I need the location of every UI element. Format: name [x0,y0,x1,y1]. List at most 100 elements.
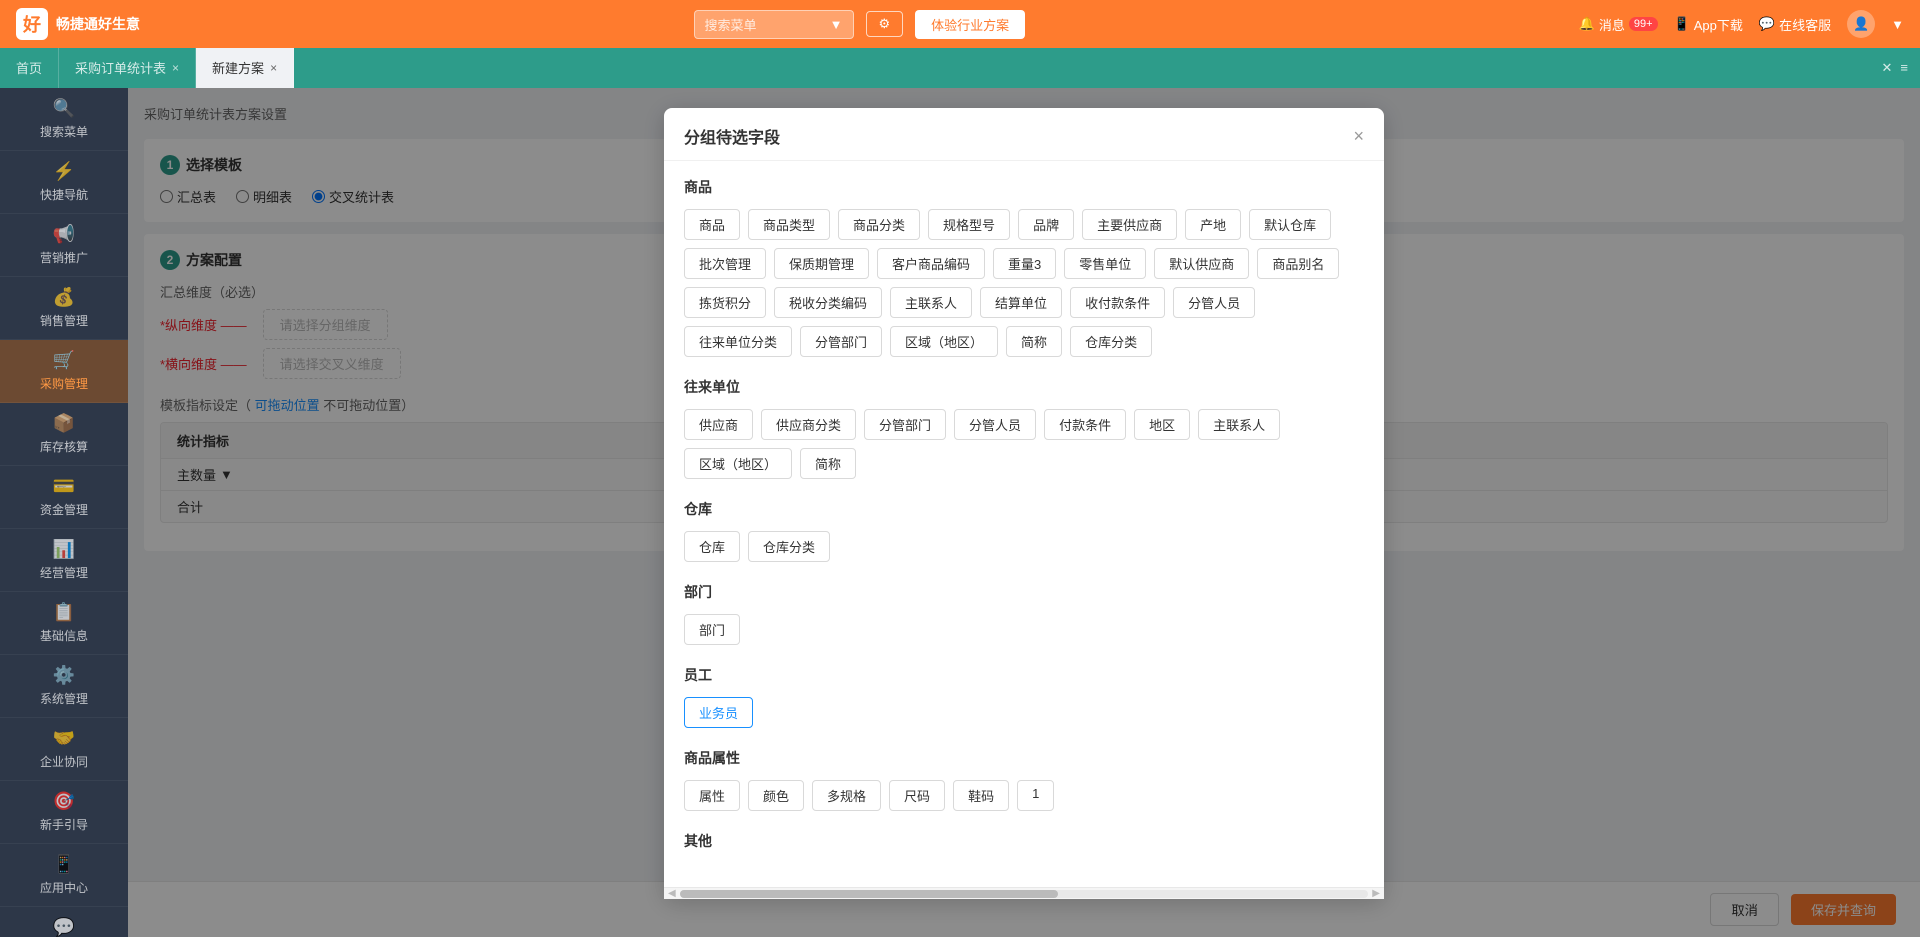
tab-purchase-stat-label: 采购订单统计表 [75,58,166,77]
tag-product-21[interactable]: 往来单位分类 [684,326,792,357]
tag-partner-5[interactable]: 地区 [1134,409,1190,440]
sidebar-item-quick-nav[interactable]: ⚡ 快捷导航 [0,151,128,214]
sidebar-item-search[interactable]: 🔍 搜索菜单 [0,88,128,151]
tag-product-5[interactable]: 主要供应商 [1082,209,1177,240]
sidebar-item-purchase[interactable]: 🛒 采购管理 [0,340,128,403]
dialog-header: 分组待选字段 × [664,108,1384,161]
tag-partner-4[interactable]: 付款条件 [1044,409,1126,440]
tag-product-23[interactable]: 区域（地区） [890,326,998,357]
header-center: 搜索菜单 ▼ ⚙ 体验行业方案 [694,10,1026,39]
tag-product-8[interactable]: 批次管理 [684,248,766,279]
tag-product-16[interactable]: 税收分类编码 [774,287,882,318]
sales-icon: 💰 [53,287,75,308]
field-select-dialog: 分组待选字段 × 商品 商品 商品类型 商品分类 规格型号 品牌 主要供应商 产… [664,108,1384,899]
tag-product-18[interactable]: 结算单位 [980,287,1062,318]
tag-product-4[interactable]: 品牌 [1018,209,1074,240]
tag-product-22[interactable]: 分管部门 [800,326,882,357]
section-employee-tags: 业务员 [684,697,1364,728]
tag-product-0[interactable]: 商品 [684,209,740,240]
message-label: 消息 [1599,15,1625,34]
sidebar-item-basic-info[interactable]: 📋 基础信息 [0,592,128,655]
scroll-thumb[interactable] [680,890,1059,898]
sidebar-item-sales[interactable]: 💰 销售管理 [0,277,128,340]
tag-product-25[interactable]: 仓库分类 [1070,326,1152,357]
sidebar-item-guide[interactable]: 🎯 新手引导 [0,781,128,844]
tag-partner-0[interactable]: 供应商 [684,409,753,440]
tag-product-12[interactable]: 零售单位 [1064,248,1146,279]
tag-product-10[interactable]: 客户商品编码 [877,248,985,279]
tag-product-20[interactable]: 分管人员 [1173,287,1255,318]
sidebar-item-operations[interactable]: 📊 经营管理 [0,529,128,592]
scroll-left-arrow[interactable]: ◀ [668,888,676,899]
tag-product-14[interactable]: 商品别名 [1257,248,1339,279]
tag-product-11[interactable]: 重量3 [993,248,1056,279]
tag-warehouse-0[interactable]: 仓库 [684,531,740,562]
tag-partner-7[interactable]: 区域（地区） [684,448,792,479]
tab-home[interactable]: 首页 [0,48,59,88]
tab-new-plan-close[interactable]: × [270,61,277,75]
tag-attr-0[interactable]: 属性 [684,780,740,811]
dialog-hscrollbar: ◀ ▶ [664,887,1384,899]
tab-new-plan[interactable]: 新建方案 × [196,48,294,88]
tag-product-9[interactable]: 保质期管理 [774,248,869,279]
tag-employee-0[interactable]: 业务员 [684,697,753,728]
scroll-right-arrow[interactable]: ▶ [1372,888,1380,899]
tag-product-6[interactable]: 产地 [1185,209,1241,240]
tag-partner-2[interactable]: 分管部门 [864,409,946,440]
tag-partner-3[interactable]: 分管人员 [954,409,1036,440]
tab-new-plan-label: 新建方案 [212,58,264,77]
section-product: 商品 商品 商品类型 商品分类 规格型号 品牌 主要供应商 产地 默认仓库 批次… [684,177,1364,357]
download-icon: 📱 [1674,16,1690,32]
sidebar-item-system[interactable]: ⚙️ 系统管理 [0,655,128,718]
sidebar-item-finance[interactable]: 💳 资金管理 [0,466,128,529]
message-item[interactable]: 🔔 消息 99+ [1579,15,1658,34]
tag-product-7[interactable]: 默认仓库 [1249,209,1331,240]
sidebar-item-inventory-label: 库存核算 [40,438,88,455]
sidebar-item-wechat[interactable]: 💬 企业微信 [0,907,128,937]
settings-btn[interactable]: ⚙ [866,11,904,37]
experience-btn[interactable]: 体验行业方案 [915,10,1025,39]
tag-product-3[interactable]: 规格型号 [928,209,1010,240]
sidebar-item-finance-label: 资金管理 [40,501,88,518]
app-logo: 好 [16,8,48,40]
dialog-close-btn[interactable]: × [1353,126,1364,147]
tag-product-24[interactable]: 简称 [1006,326,1062,357]
search-dropdown-icon: ▼ [830,17,843,32]
tag-warehouse-1[interactable]: 仓库分类 [748,531,830,562]
tag-product-17[interactable]: 主联系人 [890,287,972,318]
tag-attr-3[interactable]: 尺码 [889,780,945,811]
sidebar-item-quick-nav-label: 快捷导航 [40,186,88,203]
tag-product-2[interactable]: 商品分类 [838,209,920,240]
section-product-attr-title: 商品属性 [684,748,1364,768]
user-avatar[interactable]: 👤 [1847,10,1875,38]
tag-partner-8[interactable]: 简称 [800,448,856,479]
sidebar-item-guide-label: 新手引导 [40,816,88,833]
header-search-area[interactable]: 搜索菜单 ▼ [694,10,854,39]
tag-product-13[interactable]: 默认供应商 [1154,248,1249,279]
tag-attr-2[interactable]: 多规格 [812,780,881,811]
app-download-item[interactable]: 📱 App下载 [1674,15,1743,34]
tag-partner-6[interactable]: 主联系人 [1198,409,1280,440]
wechat-icon: 💬 [53,917,75,937]
sidebar-item-app-center-label: 应用中心 [40,879,88,896]
tab-purchase-stat[interactable]: 采购订单统计表 × [59,48,196,88]
section-partner: 往来单位 供应商 供应商分类 分管部门 分管人员 付款条件 地区 主联系人 区域… [684,377,1364,479]
modal-overlay: 分组待选字段 × 商品 商品 商品类型 商品分类 规格型号 品牌 主要供应商 产… [128,88,1920,937]
tab-bar-right[interactable]: ✕ ≡ [1882,60,1920,76]
sidebar-item-app-center[interactable]: 📱 应用中心 [0,844,128,907]
online-service-item[interactable]: 💬 在线客服 [1759,15,1831,34]
tab-purchase-stat-close[interactable]: × [172,61,179,75]
sidebar-item-inventory[interactable]: 📦 库存核算 [0,403,128,466]
tag-attr-1[interactable]: 颜色 [748,780,804,811]
app-name: 畅捷通好生意 [56,14,140,34]
tag-product-15[interactable]: 拣货积分 [684,287,766,318]
tag-attr-4[interactable]: 鞋码 [953,780,1009,811]
sidebar-item-marketing[interactable]: 📢 营销推广 [0,214,128,277]
tag-attr-5[interactable]: 1 [1017,780,1054,811]
tag-partner-1[interactable]: 供应商分类 [761,409,856,440]
tag-product-1[interactable]: 商品类型 [748,209,830,240]
section-employee-title: 员工 [684,665,1364,685]
tag-department-0[interactable]: 部门 [684,614,740,645]
tag-product-19[interactable]: 收付款条件 [1070,287,1165,318]
sidebar-item-cooperation[interactable]: 🤝 企业协同 [0,718,128,781]
